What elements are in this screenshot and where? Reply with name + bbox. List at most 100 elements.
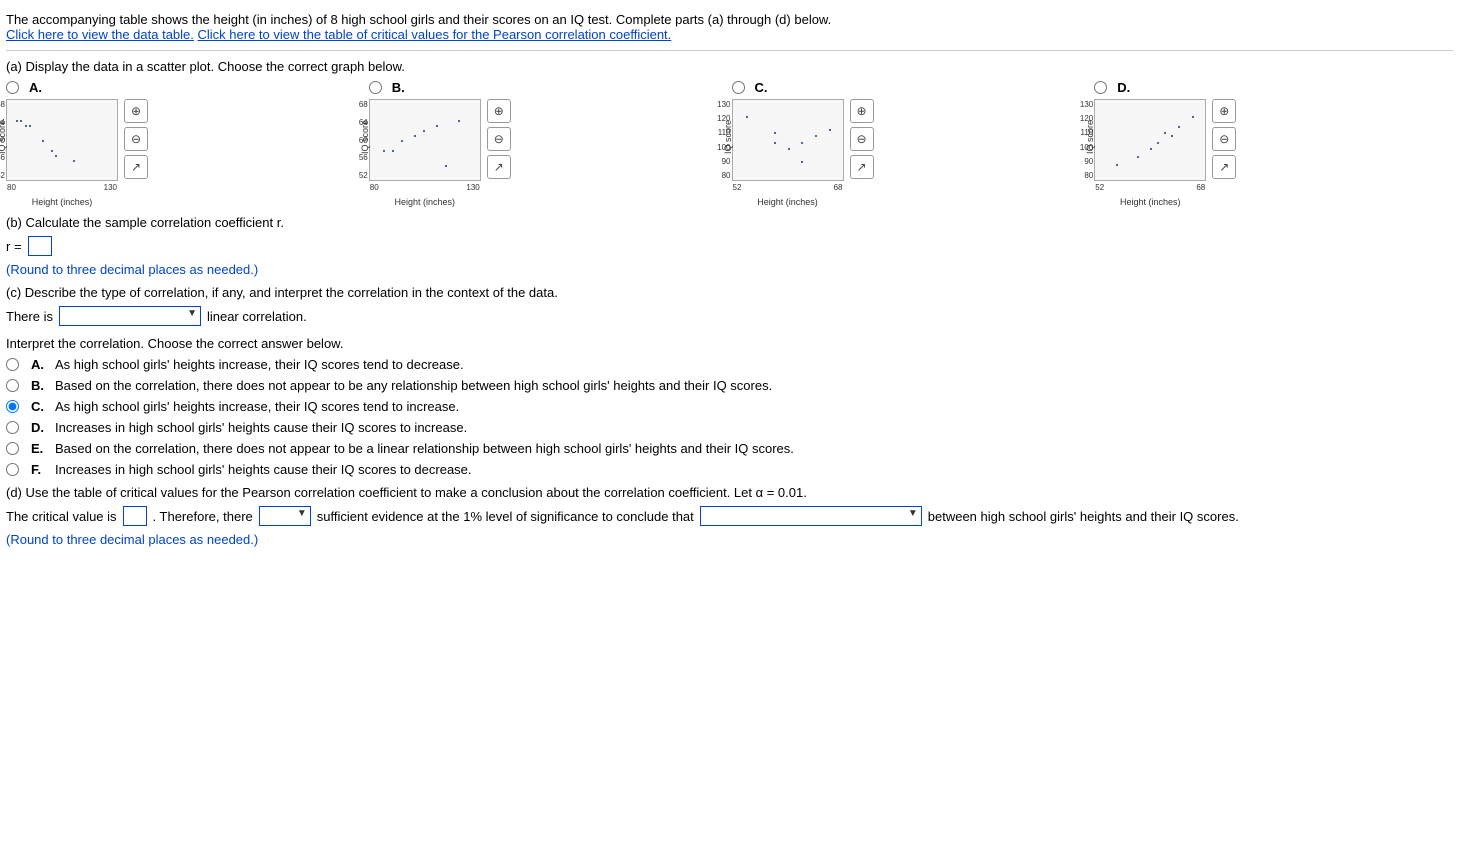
data-point <box>788 148 790 150</box>
popout-icon[interactable]: ↗ <box>1212 155 1236 179</box>
option-b-radio[interactable] <box>369 81 382 94</box>
popout-icon[interactable]: ↗ <box>124 155 148 179</box>
interp-option-b: B.Based on the correlation, there does n… <box>6 378 1453 393</box>
x-tick: 80 <box>370 183 379 192</box>
popout-icon[interactable]: ↗ <box>850 155 874 179</box>
y-tick: 130 <box>1077 100 1093 109</box>
data-point <box>829 129 831 131</box>
y-tick: 130 <box>715 100 731 109</box>
interp-radio-c[interactable] <box>6 400 19 413</box>
x-tick: 68 <box>1196 183 1205 192</box>
linear-corr-label: linear correlation. <box>207 309 307 324</box>
between-label: between high school girls' heights and t… <box>928 509 1239 524</box>
interp-label: C. <box>31 399 47 414</box>
y-tick: 100 <box>1077 143 1093 152</box>
data-point <box>16 120 18 122</box>
zoom-out-icon[interactable]: ⊖ <box>124 127 148 151</box>
part-d-note: (Round to three decimal places as needed… <box>6 532 1453 547</box>
zoom-out-icon[interactable]: ⊖ <box>487 127 511 151</box>
y-tick: 90 <box>1077 157 1093 166</box>
zoom-in-icon[interactable]: ⊕ <box>487 99 511 123</box>
interp-option-e: E.Based on the correlation, there does n… <box>6 441 1453 456</box>
zoom-in-icon[interactable]: ⊕ <box>850 99 874 123</box>
there-is-label: There is <box>6 309 53 324</box>
conclusion-select[interactable] <box>700 506 922 526</box>
data-point <box>414 135 416 137</box>
y-tick: 60 <box>0 136 5 145</box>
data-point <box>801 142 803 144</box>
correlation-type-select[interactable] <box>59 306 201 326</box>
zoom-in-icon[interactable]: ⊕ <box>124 99 148 123</box>
y-tick: 110 <box>715 128 731 137</box>
critical-values-link[interactable]: Click here to view the table of critical… <box>198 27 672 42</box>
interp-radio-a[interactable] <box>6 358 19 371</box>
interp-radio-b[interactable] <box>6 379 19 392</box>
interp-option-f: F.Increases in high school girls' height… <box>6 462 1453 477</box>
option-c-label: C. <box>755 80 768 95</box>
interp-text: As high school girls' heights increase, … <box>55 399 459 414</box>
r-input[interactable] <box>28 236 52 256</box>
part-d-prompt: (d) Use the table of critical values for… <box>6 485 1453 500</box>
interp-option-c: C. As high school girls' heights increase… <box>6 399 1453 414</box>
x-tick: 130 <box>466 183 479 192</box>
interp-radio-f[interactable] <box>6 463 19 476</box>
part-d-block: (d) Use the table of critical values for… <box>6 485 1453 547</box>
popout-icon[interactable]: ↗ <box>487 155 511 179</box>
data-point <box>51 150 53 152</box>
interp-radio-e[interactable] <box>6 442 19 455</box>
data-point <box>401 140 403 142</box>
data-point <box>423 130 425 132</box>
data-point <box>436 125 438 127</box>
interp-label: A. <box>31 357 47 372</box>
therefore-label: . Therefore, there <box>153 509 253 524</box>
y-tick: 68 <box>0 100 5 109</box>
option-d-radio[interactable] <box>1094 81 1107 94</box>
data-point <box>29 125 31 127</box>
scatter-plot-d: IQ score13012011010090805268 <box>1094 99 1206 181</box>
part-c-block: (c) Describe the type of correlation, if… <box>6 285 1453 477</box>
interp-option-d: D.Increases in high school girls' height… <box>6 420 1453 435</box>
scatter-plot-c: IQ score13012011010090805268 <box>732 99 844 181</box>
interp-radio-d[interactable] <box>6 421 19 434</box>
interp-text: As high school girls' heights increase, … <box>55 357 464 372</box>
option-b-label: B. <box>392 80 405 95</box>
sufficient-label: sufficient evidence at the 1% level of s… <box>317 509 694 524</box>
data-point <box>1164 132 1166 134</box>
is-isnot-select[interactable] <box>259 506 311 526</box>
option-a-radio[interactable] <box>6 81 19 94</box>
zoom-out-icon[interactable]: ⊖ <box>1212 127 1236 151</box>
data-point <box>1157 142 1159 144</box>
interp-text: Based on the correlation, there does not… <box>55 441 794 456</box>
option-c: C.IQ score13012011010090805268Height (in… <box>732 80 1091 207</box>
scatter-plot-a: IQ score686460565280130 <box>6 99 118 181</box>
option-b: B.IQ score686460565280130Height (inches)… <box>369 80 728 207</box>
data-point <box>458 120 460 122</box>
critical-value-input[interactable] <box>123 506 147 526</box>
data-point <box>774 132 776 134</box>
x-tick: 68 <box>834 183 843 192</box>
data-point <box>1150 148 1152 150</box>
y-tick: 64 <box>0 118 5 127</box>
option-c-radio[interactable] <box>732 81 745 94</box>
y-tick: 56 <box>352 153 368 162</box>
part-a-block: (a) Display the data in a scatter plot. … <box>6 59 1453 207</box>
data-point <box>1192 116 1194 118</box>
divider-top <box>6 50 1453 51</box>
option-a: A.IQ score686460565280130Height (inches)… <box>6 80 365 207</box>
y-tick: 120 <box>1077 114 1093 123</box>
option-d: D.IQ score13012011010090805268Height (in… <box>1094 80 1453 207</box>
data-point <box>1171 135 1173 137</box>
option-d-label: D. <box>1117 80 1130 95</box>
r-label: r = <box>6 239 22 254</box>
y-tick: 120 <box>715 114 731 123</box>
zoom-in-icon[interactable]: ⊕ <box>1212 99 1236 123</box>
zoom-out-icon[interactable]: ⊖ <box>850 127 874 151</box>
y-tick: 80 <box>1077 171 1093 180</box>
interp-text: Based on the correlation, there does not… <box>55 378 772 393</box>
y-tick: 64 <box>352 118 368 127</box>
data-table-link[interactable]: Click here to view the data table. <box>6 27 194 42</box>
interp-option-a: A. As high school girls' heights increase… <box>6 357 1453 372</box>
data-point <box>383 150 385 152</box>
data-point <box>1116 164 1118 166</box>
x-tick: 52 <box>733 183 742 192</box>
